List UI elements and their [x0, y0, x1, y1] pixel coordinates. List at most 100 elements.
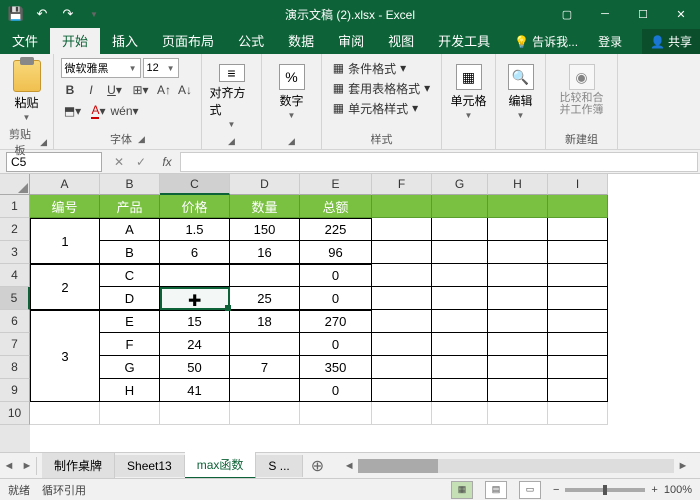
fill-color-button[interactable]: ⬒▾	[61, 101, 85, 120]
cell[interactable]	[488, 333, 548, 356]
cell[interactable]: 41	[160, 379, 230, 402]
horizontal-scrollbar[interactable]: ◄►	[340, 455, 692, 477]
format-table-button[interactable]: ▦ 套用表格格式 ▾	[333, 78, 430, 98]
cell[interactable]: 16	[230, 241, 300, 264]
cell[interactable]: 0	[300, 379, 372, 402]
cell[interactable]	[488, 356, 548, 379]
col-header[interactable]: A	[30, 174, 100, 195]
normal-view-button[interactable]: ▦	[451, 481, 473, 499]
cell[interactable]	[372, 356, 432, 379]
cell[interactable]	[432, 356, 488, 379]
tab-developer[interactable]: 开发工具	[426, 27, 502, 54]
zoom-in-icon[interactable]: +	[651, 484, 657, 496]
cell[interactable]	[372, 195, 432, 218]
conditional-format-button[interactable]: ▦ 条件格式 ▾	[333, 58, 430, 78]
col-header[interactable]: B	[100, 174, 160, 195]
font-color-button[interactable]: A▾	[87, 101, 111, 120]
row-header[interactable]: 9	[0, 379, 30, 402]
cell[interactable]: 7	[230, 356, 300, 379]
cell[interactable]	[548, 264, 608, 287]
col-header[interactable]: D	[230, 174, 300, 195]
cell[interactable]: 0	[300, 333, 372, 356]
dialog-launcher-icon[interactable]: ◢	[138, 134, 145, 145]
cell[interactable]	[432, 310, 488, 333]
tab-view[interactable]: 视图	[376, 27, 426, 54]
cell[interactable]: 编号	[30, 195, 100, 218]
zoom-slider[interactable]	[565, 488, 645, 492]
cell[interactable]: 价格	[160, 195, 230, 218]
col-header[interactable]: E	[300, 174, 372, 195]
row-header[interactable]: 6	[0, 310, 30, 333]
cell[interactable]	[372, 264, 432, 287]
login-link[interactable]: 登录	[590, 29, 630, 54]
zoom-control[interactable]: − + 100%	[553, 484, 692, 496]
phonetic-button[interactable]: wén▾	[113, 101, 137, 120]
save-icon[interactable]: 💾	[4, 2, 28, 26]
tab-insert[interactable]: 插入	[100, 27, 150, 54]
share-button[interactable]: 👤共享	[642, 29, 700, 54]
cell[interactable]: 24	[160, 333, 230, 356]
cell[interactable]	[432, 333, 488, 356]
cell[interactable]: 1.5	[160, 218, 230, 241]
cell[interactable]: A	[100, 218, 160, 241]
undo-icon[interactable]: ↶	[30, 2, 54, 26]
cell[interactable]	[432, 264, 488, 287]
alignment-button[interactable]: ≡ 对齐方式▼	[210, 58, 254, 120]
cell[interactable]	[488, 241, 548, 264]
tab-nav-prev-icon[interactable]: ◄	[0, 455, 18, 477]
dialog-launcher-icon[interactable]: ◢	[228, 136, 235, 147]
dialog-launcher-icon[interactable]: ◢	[288, 136, 295, 147]
enter-formula-icon[interactable]: ✓	[130, 152, 152, 172]
underline-button[interactable]: U▾	[103, 80, 127, 99]
zoom-level[interactable]: 100%	[664, 484, 692, 496]
cancel-formula-icon[interactable]: ✕	[108, 152, 130, 172]
col-header[interactable]: F	[372, 174, 432, 195]
dialog-launcher-icon[interactable]: ◢	[40, 137, 47, 148]
font-size-select[interactable]: 12▼	[143, 58, 179, 78]
cell[interactable]	[160, 402, 230, 425]
cell[interactable]	[372, 218, 432, 241]
increase-font-button[interactable]: A↑	[155, 80, 174, 99]
cell[interactable]	[548, 333, 608, 356]
font-name-select[interactable]: 微软雅黑▼	[61, 58, 141, 78]
col-header[interactable]: I	[548, 174, 608, 195]
decrease-font-button[interactable]: A↓	[176, 80, 195, 99]
sheet-tab[interactable]: 制作桌牌	[42, 453, 115, 478]
row-header[interactable]: 2	[0, 218, 30, 241]
cell[interactable]: G	[100, 356, 160, 379]
select-all-corner[interactable]	[0, 174, 30, 195]
cell[interactable]	[548, 241, 608, 264]
cells-button[interactable]: ▦ 单元格▼	[447, 58, 491, 120]
tab-data[interactable]: 数据	[276, 27, 326, 54]
cell[interactable]: H	[100, 379, 160, 402]
cell[interactable]: 270	[300, 310, 372, 333]
cell[interactable]: 18	[230, 310, 300, 333]
cell[interactable]: 225	[300, 218, 372, 241]
cell[interactable]	[30, 402, 100, 425]
page-break-view-button[interactable]: ▭	[519, 481, 541, 499]
cell[interactable]: 150	[230, 218, 300, 241]
sheet-tab[interactable]: S ...	[256, 455, 302, 477]
cell-styles-button[interactable]: ▦ 单元格样式 ▾	[333, 98, 430, 118]
tab-formulas[interactable]: 公式	[226, 27, 276, 54]
row-header[interactable]: 4	[0, 264, 30, 287]
tab-review[interactable]: 审阅	[326, 27, 376, 54]
cell[interactable]	[160, 264, 230, 287]
cell[interactable]	[160, 287, 230, 310]
cell[interactable]: C	[100, 264, 160, 287]
cell[interactable]	[548, 379, 608, 402]
row-header[interactable]: 10	[0, 402, 30, 425]
row-header[interactable]: 5	[0, 287, 30, 310]
cell[interactable]	[432, 241, 488, 264]
formula-bar[interactable]	[180, 152, 698, 172]
number-button[interactable]: % 数字▼	[270, 58, 314, 120]
cell[interactable]	[230, 379, 300, 402]
cell[interactable]	[372, 310, 432, 333]
cell[interactable]: 0	[300, 287, 372, 310]
cell[interactable]	[548, 402, 608, 425]
cell[interactable]	[230, 402, 300, 425]
sheet-tab[interactable]: Sheet13	[115, 455, 185, 477]
italic-button[interactable]: I	[82, 80, 101, 99]
tab-file[interactable]: 文件	[0, 27, 50, 54]
row-header[interactable]: 3	[0, 241, 30, 264]
